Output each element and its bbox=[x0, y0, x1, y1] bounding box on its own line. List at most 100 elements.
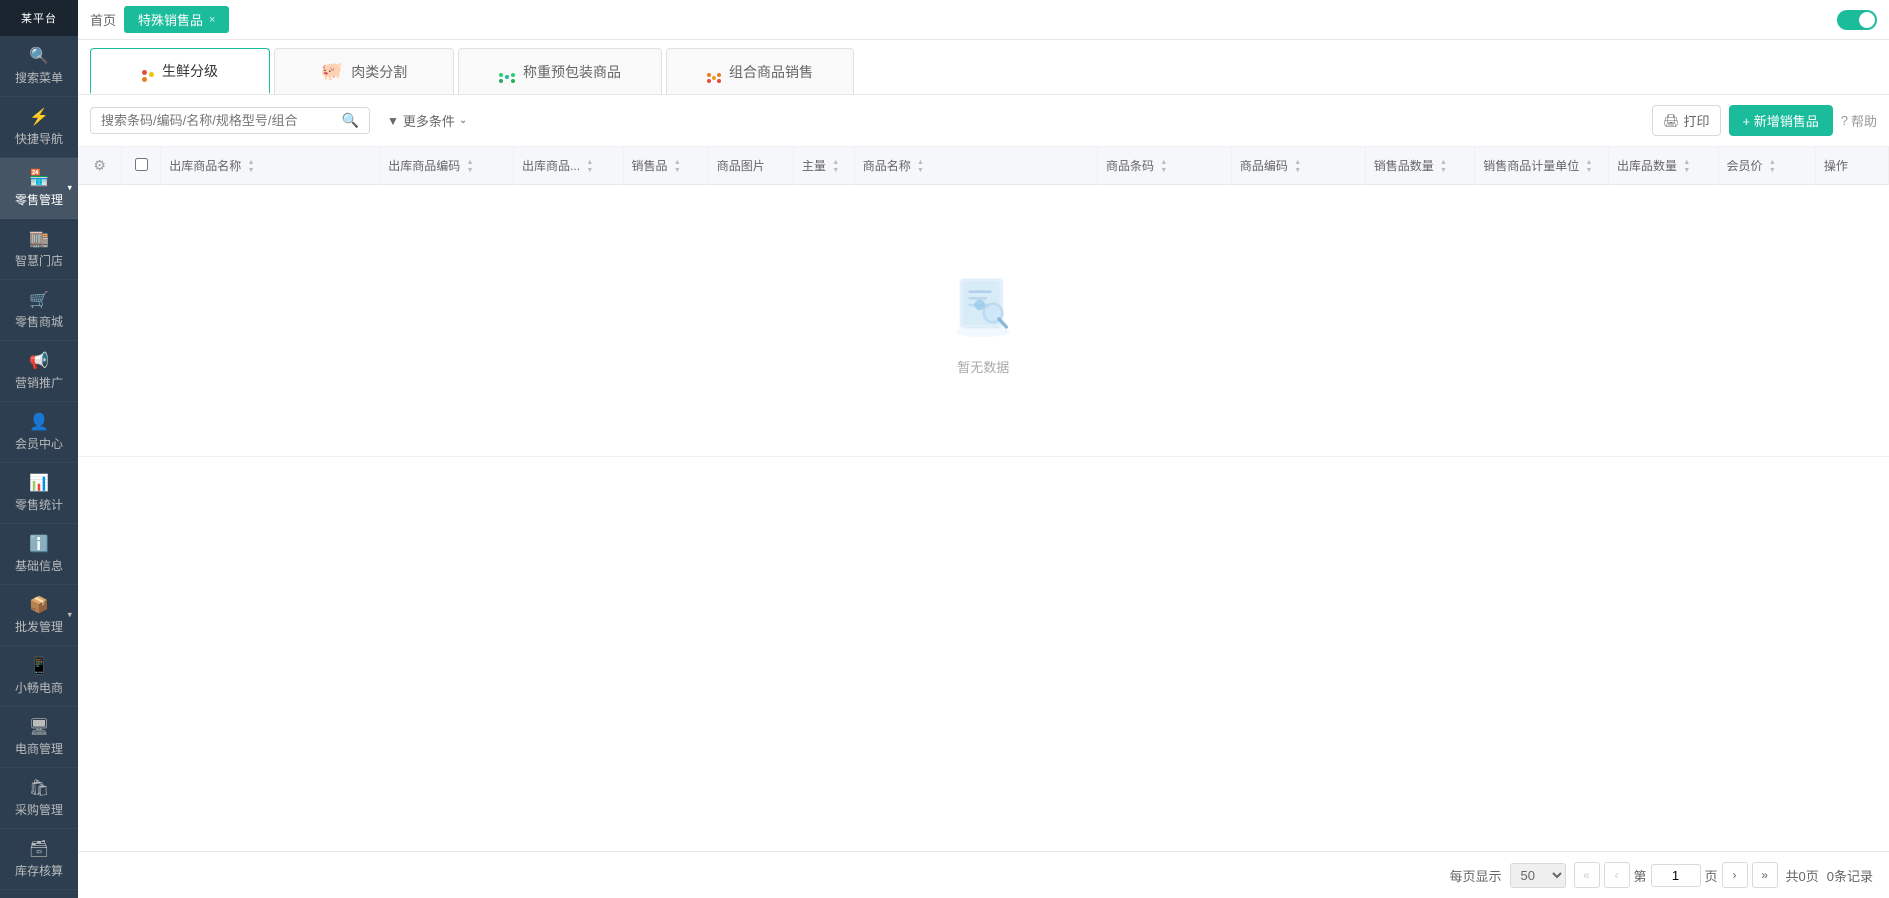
ecom-mgmt-icon: 🖥 bbox=[29, 717, 49, 737]
add-sale-button[interactable]: + 新增销售品 bbox=[1729, 105, 1833, 136]
toolbar-right: 🖨 打印 + 新增销售品 ? 帮助 bbox=[1652, 105, 1877, 136]
sort-icons[interactable]: ▲▼ bbox=[467, 159, 474, 174]
sort-icons[interactable]: ▲▼ bbox=[832, 159, 839, 174]
sidebar-item-inventory[interactable]: 🗃 库存核算 bbox=[0, 829, 78, 890]
help-label: 帮助 bbox=[1851, 111, 1877, 130]
sidebar-item-label: 智慧门店 bbox=[15, 252, 63, 269]
tab-meat-cut[interactable]: 🐖 肉类分割 bbox=[274, 48, 454, 94]
sidebar-item-wholesale-mgmt[interactable]: 📦 批发管理 bbox=[0, 585, 78, 646]
add-sale-label: + 新增销售品 bbox=[1743, 111, 1819, 130]
th-gear[interactable]: ⚙ bbox=[78, 147, 122, 185]
filter-button[interactable]: ▼ 更多条件 ⌄ bbox=[378, 106, 476, 135]
sidebar-item-member-center[interactable]: 👤 会员中心 bbox=[0, 402, 78, 463]
th-price: 会员价 ▲▼ bbox=[1718, 147, 1815, 185]
sidebar-item-label: 零售管理 bbox=[15, 191, 63, 208]
tab-weight-pack[interactable]: 称重预包装商品 bbox=[458, 48, 662, 94]
print-button[interactable]: 🖨 打印 bbox=[1652, 105, 1721, 136]
total-records: 0条记录 bbox=[1827, 866, 1873, 885]
empty-illustration bbox=[943, 265, 1023, 345]
sidebar-item-retail-stats[interactable]: 📊 零售统计 bbox=[0, 463, 78, 524]
th-out-code: 出库商品编码 ▲▼ bbox=[380, 147, 514, 185]
sort-icons[interactable]: ▲▼ bbox=[586, 159, 593, 174]
sort-icons[interactable]: ▲▼ bbox=[1440, 159, 1447, 174]
table-container[interactable]: ⚙ 出库商品名称 ▲▼ 出库商品编码 ▲▼ 出库商品... bbox=[78, 147, 1889, 851]
main-content: 首页 特殊销售品 × 生鲜分级 bbox=[78, 0, 1889, 898]
th-goods-img: 商品图片 bbox=[708, 147, 793, 185]
sidebar-item-search-order[interactable]: 🔍 搜索菜单 bbox=[0, 36, 78, 97]
sidebar-item-retail-mall[interactable]: 🛒 零售商城 bbox=[0, 280, 78, 341]
sort-icons[interactable]: ▲▼ bbox=[674, 159, 681, 174]
tab-meat-cut-label: 肉类分割 bbox=[351, 62, 407, 82]
sort-icons[interactable]: ▲▼ bbox=[1769, 159, 1776, 174]
toggle-button[interactable] bbox=[1837, 10, 1877, 30]
sidebar-item-smart-store[interactable]: 🏬 智慧门店 bbox=[0, 219, 78, 280]
sidebar-item-label: 基础信息 bbox=[15, 557, 63, 574]
th-out-qty: 出库品数量 ▲▼ bbox=[1609, 147, 1719, 185]
th-op: 操作 bbox=[1815, 147, 1888, 185]
chevron-down-icon: ⌄ bbox=[459, 115, 467, 126]
help-icon: ? bbox=[1841, 113, 1848, 128]
tab-fresh-grade[interactable]: 生鲜分级 bbox=[90, 48, 270, 94]
sidebar-item-purchase-mgmt[interactable]: 🛍 采购管理 bbox=[0, 768, 78, 829]
sort-icons[interactable]: ▲▼ bbox=[1294, 159, 1301, 174]
per-page-label: 每页显示 bbox=[1449, 866, 1501, 885]
empty-state: 暂无数据 bbox=[78, 185, 1889, 456]
sidebar-item-retail-mgmt[interactable]: 🏪 零售管理 bbox=[0, 158, 78, 219]
tab-fresh-grade-label: 生鲜分级 bbox=[162, 61, 218, 81]
next-page-button[interactable]: › bbox=[1722, 862, 1748, 888]
th-sale-unit: 销售商品计量单位 ▲▼ bbox=[1475, 147, 1609, 185]
th-goods-name: 商品名称 ▲▼ bbox=[854, 147, 1097, 185]
sidebar-item-label: 营销推广 bbox=[15, 374, 63, 391]
table-header-row: ⚙ 出库商品名称 ▲▼ 出库商品编码 ▲▼ 出库商品... bbox=[78, 147, 1889, 185]
weight-pack-icon bbox=[499, 61, 515, 83]
th-check[interactable] bbox=[122, 147, 161, 185]
tab-combo-sale-label: 组合商品销售 bbox=[729, 62, 813, 82]
gear-icon[interactable]: ⚙ bbox=[93, 157, 106, 173]
topbar-right bbox=[1837, 10, 1877, 30]
sort-icons[interactable]: ▲▼ bbox=[1683, 159, 1690, 174]
th-out-name: 出库商品名称 ▲▼ bbox=[161, 147, 380, 185]
category-tabs: 生鲜分级 🐖 肉类分割 bbox=[78, 40, 1889, 95]
sort-icons[interactable]: ▲▼ bbox=[1160, 159, 1167, 174]
sidebar-item-label: 搜索菜单 bbox=[15, 69, 63, 86]
total-pages: 共0页 bbox=[1786, 866, 1819, 885]
prev-page-button[interactable]: ‹ bbox=[1604, 862, 1630, 888]
sidebar-item-mini-ecom[interactable]: 📱 小畅电商 bbox=[0, 646, 78, 707]
pagination-nav: « ‹ 第 页 › » bbox=[1574, 862, 1778, 888]
active-tab-label: 特殊销售品 bbox=[138, 10, 203, 29]
sidebar-item-fund-mgmt[interactable]: 💰 资金管理 bbox=[0, 890, 78, 898]
first-page-button[interactable]: « bbox=[1574, 862, 1600, 888]
sales-promo-icon: 📢 bbox=[29, 351, 49, 371]
mini-ecom-icon: 📱 bbox=[29, 656, 49, 676]
sidebar-item-basic-info[interactable]: ℹ️ 基础信息 bbox=[0, 524, 78, 585]
empty-state-row: 暂无数据 bbox=[78, 185, 1889, 457]
search-icon[interactable]: 🔍 bbox=[342, 112, 359, 129]
sidebar-item-quick-nav[interactable]: ⚡ 快捷导航 bbox=[0, 97, 78, 158]
sidebar-item-sales-promo[interactable]: 📢 营销推广 bbox=[0, 341, 78, 402]
select-all-checkbox[interactable] bbox=[135, 158, 148, 171]
help-button[interactable]: ? 帮助 bbox=[1841, 111, 1877, 130]
page-input[interactable] bbox=[1651, 864, 1701, 887]
sidebar-item-ecom-mgmt[interactable]: 🖥 电商管理 bbox=[0, 707, 78, 768]
sort-icons[interactable]: ▲▼ bbox=[1586, 159, 1593, 174]
tab-combo-sale[interactable]: 组合商品销售 bbox=[666, 48, 854, 94]
close-tab-icon[interactable]: × bbox=[209, 14, 215, 26]
search-box[interactable]: 🔍 bbox=[90, 107, 370, 134]
home-link[interactable]: 首页 bbox=[90, 10, 116, 29]
sidebar-item-label: 采购管理 bbox=[15, 801, 63, 818]
sort-icons[interactable]: ▲▼ bbox=[248, 159, 255, 174]
active-tab[interactable]: 特殊销售品 × bbox=[124, 6, 229, 33]
smart-store-icon: 🏬 bbox=[29, 229, 49, 249]
search-input[interactable] bbox=[101, 113, 336, 128]
last-page-button[interactable]: » bbox=[1752, 862, 1778, 888]
sort-icons[interactable]: ▲▼ bbox=[917, 159, 924, 174]
retail-mall-icon: 🛒 bbox=[29, 290, 49, 310]
table-body: 暂无数据 bbox=[78, 185, 1889, 457]
sidebar-item-label: 小畅电商 bbox=[15, 679, 63, 696]
page-suffix: 页 bbox=[1705, 866, 1718, 885]
per-page-select[interactable]: 50 10 20 100 bbox=[1510, 863, 1566, 888]
th-main: 主量 ▲▼ bbox=[793, 147, 854, 185]
sidebar: 某平台 🔍 搜索菜单 ⚡ 快捷导航 🏪 零售管理 🏬 智慧门店 🛒 零售商城 📢… bbox=[0, 0, 78, 898]
tab-weight-pack-label: 称重预包装商品 bbox=[523, 62, 621, 82]
toolbar: 🔍 ▼ 更多条件 ⌄ 🖨 打印 + 新增销售品 ? 帮助 bbox=[78, 95, 1889, 147]
